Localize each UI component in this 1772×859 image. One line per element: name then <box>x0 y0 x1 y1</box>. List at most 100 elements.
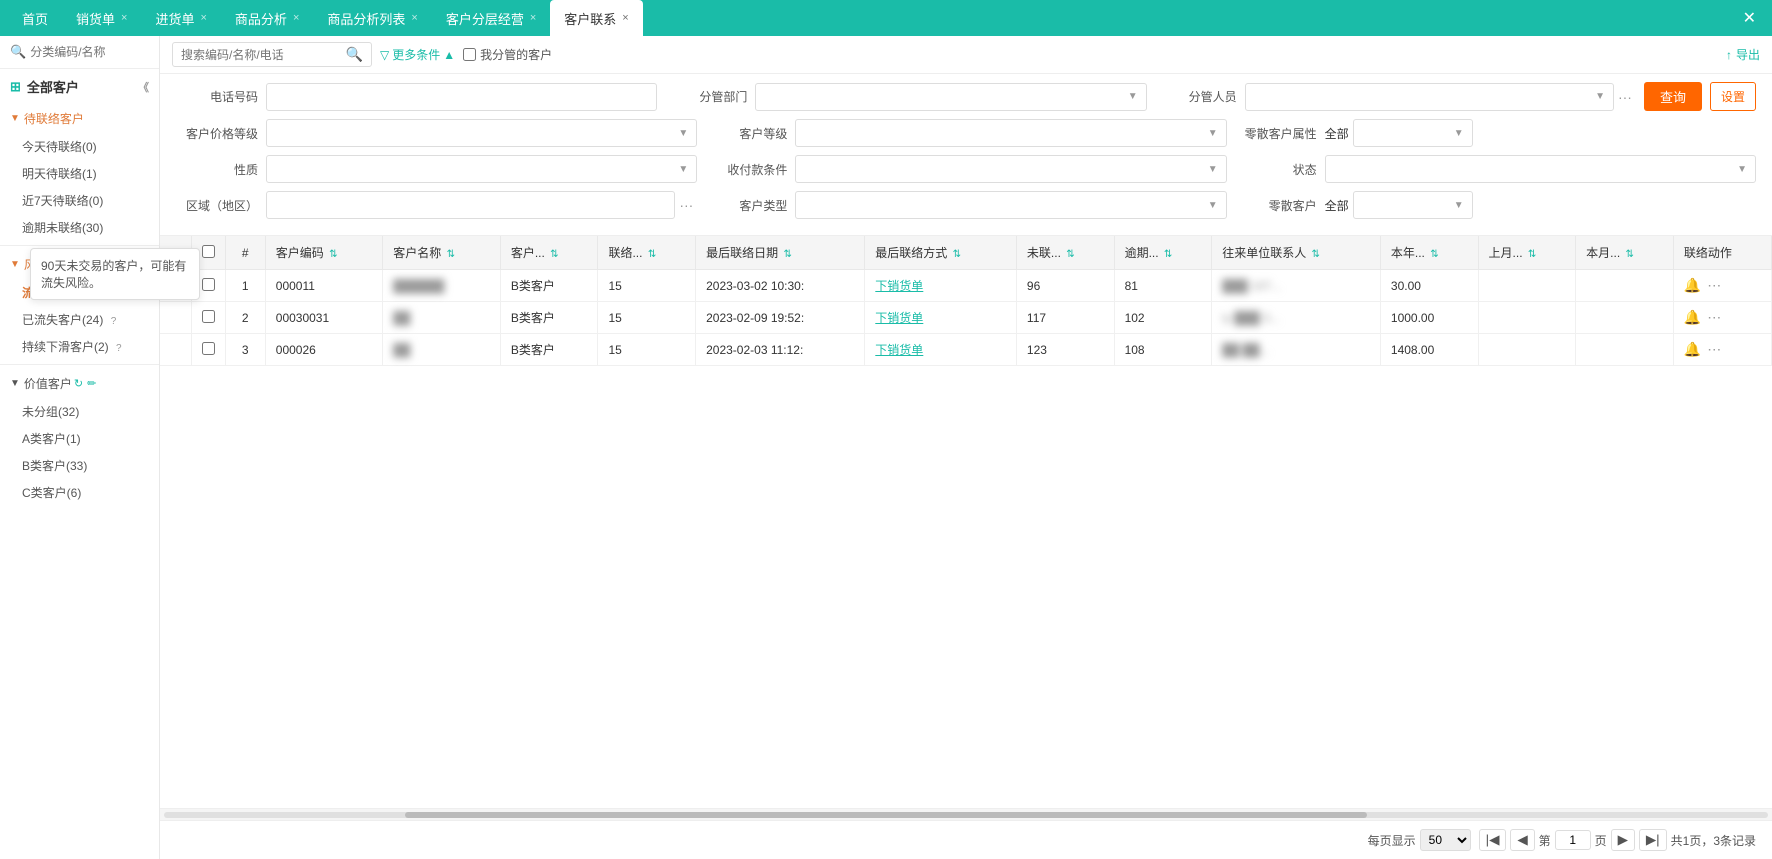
filter-search-icon[interactable]: 🔍 <box>346 46 363 63</box>
cell-last-method-1[interactable]: 下销货单 <box>865 302 1017 334</box>
th-last-contact-method[interactable]: 最后联络方式 ⇅ <box>865 236 1017 270</box>
page-input[interactable] <box>1555 830 1591 850</box>
tab-customer-layer[interactable]: 客户分层经营 × <box>432 0 550 36</box>
tab-customer-contact-close[interactable]: × <box>622 12 628 24</box>
row-checkbox-0[interactable] <box>202 278 215 291</box>
sidebar-all-customers[interactable]: ⊞ 全部客户 《 <box>0 69 159 104</box>
action-more-icon-0[interactable]: ⋯ <box>1707 277 1721 294</box>
field-phone-input[interactable] <box>266 83 657 111</box>
more-icon-1[interactable]: ··· <box>1614 89 1636 105</box>
th-name[interactable]: 客户名称 ⇅ <box>383 236 501 270</box>
field-dept-select[interactable]: ▼ <box>755 83 1146 111</box>
field-manager-select[interactable]: ▼ <box>1245 83 1614 111</box>
th-code[interactable]: 客户编码 ⇅ <box>265 236 383 270</box>
export-button[interactable]: ↑ 导出 <box>1726 46 1760 63</box>
tab-product-list[interactable]: 商品分析列表 × <box>313 0 431 36</box>
filter-more-btn[interactable]: ▽ 更多条件 ▲ <box>380 46 455 63</box>
cell-this-year-2: 1408.00 <box>1380 334 1478 366</box>
tab-product-list-close[interactable]: × <box>411 12 417 24</box>
last-method-link-2[interactable]: 下销货单 <box>875 343 923 357</box>
field-retail-attr-select[interactable]: ▼ <box>1353 119 1473 147</box>
sidebar-item-today[interactable]: 今天待联络(0) <box>0 133 159 160</box>
sidebar-item-ungroup[interactable]: 未分组(32) <box>0 398 159 425</box>
field-nature-label: 性质 <box>176 161 266 178</box>
sidebar-group-pending[interactable]: ▼ 待联络客户 <box>0 104 159 133</box>
row-checkbox-1[interactable] <box>202 310 215 323</box>
prev-page-btn[interactable]: ◀ <box>1510 829 1534 851</box>
field-cust-type-select[interactable]: ▼ <box>795 191 1226 219</box>
th-overdue[interactable]: 逾期... ⇅ <box>1114 236 1212 270</box>
action-contact-icon-1[interactable]: 🔔 <box>1684 309 1701 326</box>
horizontal-scrollbar[interactable] <box>160 808 1772 820</box>
sidebar-item-7days[interactable]: 近7天待联络(0) <box>0 187 159 214</box>
filter-search-input[interactable] <box>181 48 346 62</box>
cell-not-contacted-0: 96 <box>1016 270 1114 302</box>
tab-product-analysis[interactable]: 商品分析 × <box>221 0 313 36</box>
sidebar-item-class-a[interactable]: A类客户(1) <box>0 425 159 452</box>
first-page-btn[interactable]: |◀ <box>1479 829 1507 851</box>
query-button[interactable]: 查询 <box>1644 82 1702 111</box>
tab-sales[interactable]: 销货单 × <box>62 0 141 36</box>
last-method-link-1[interactable]: 下销货单 <box>875 311 923 325</box>
last-method-link-0[interactable]: 下销货单 <box>875 279 923 293</box>
th-last-contact-date[interactable]: 最后联络日期 ⇅ <box>696 236 865 270</box>
settings-button[interactable]: 设置 <box>1710 82 1756 111</box>
field-level-select[interactable]: ▼ <box>795 119 1226 147</box>
sidebar-search-icon: 🔍 <box>10 44 26 60</box>
action-contact-icon-2[interactable]: 🔔 <box>1684 341 1701 358</box>
sidebar-item-overdue[interactable]: 逾期未联络(30) <box>0 214 159 241</box>
cell-last-method-0[interactable]: 下销货单 <box>865 270 1017 302</box>
per-page-select[interactable]: 50 100 200 <box>1420 829 1471 851</box>
tab-home[interactable]: 首页 <box>8 0 62 36</box>
info-icon: ? <box>111 316 117 327</box>
field-payment-select[interactable]: ▼ <box>795 155 1226 183</box>
field-price-select[interactable]: ▼ <box>266 119 697 147</box>
th-last-month[interactable]: 上月... ⇅ <box>1478 236 1576 270</box>
sidebar-item-class-b[interactable]: B类客户(33) <box>0 452 159 479</box>
tab-sales-close[interactable]: × <box>121 12 127 24</box>
th-this-year[interactable]: 本年... ⇅ <box>1380 236 1478 270</box>
field-retail-select[interactable]: ▼ <box>1353 191 1473 219</box>
tab-purchase[interactable]: 进货单 × <box>141 0 220 36</box>
sidebar-item-tomorrow[interactable]: 明天待联络(1) <box>0 160 159 187</box>
sidebar-group-value[interactable]: ▼ 价值客户 ↻ ✏ <box>0 369 159 398</box>
th-type[interactable]: 客户... ⇅ <box>500 236 598 270</box>
field-nature-select[interactable]: ▼ <box>266 155 697 183</box>
field-status-select[interactable]: ▼ <box>1325 155 1756 183</box>
cell-checkbox-1[interactable] <box>191 302 225 334</box>
my-customers-checkbox[interactable] <box>463 48 476 61</box>
action-contact-icon-0[interactable]: 🔔 <box>1684 277 1701 294</box>
field-payment: 收付款条件 ▼ <box>705 155 1226 183</box>
th-this-month[interactable]: 本月... ⇅ <box>1576 236 1674 270</box>
tab-customer-layer-close[interactable]: × <box>530 12 536 24</box>
cell-checkbox-2[interactable] <box>191 334 225 366</box>
th-contact[interactable]: 联络... ⇅ <box>598 236 696 270</box>
th-unit-contact[interactable]: 往来单位联系人 ⇅ <box>1212 236 1381 270</box>
more-icon-2[interactable]: ··· <box>675 197 697 213</box>
filter-search-box: 🔍 <box>172 42 372 67</box>
th-action: 联络动作 <box>1673 236 1771 270</box>
edit-icon[interactable]: ✏ <box>87 377 96 390</box>
action-more-icon-1[interactable]: ⋯ <box>1707 309 1721 326</box>
filter-my-customers[interactable]: 我分管的客户 <box>463 46 552 63</box>
next-page-btn[interactable]: ▶ <box>1611 829 1635 851</box>
sidebar-item-declining[interactable]: 持续下滑客户(2) ? <box>0 333 159 360</box>
cell-last-method-2[interactable]: 下销货单 <box>865 334 1017 366</box>
refresh-icon[interactable]: ↻ <box>74 377 83 390</box>
scrollbar-track[interactable] <box>164 812 1768 818</box>
tab-customer-contact[interactable]: 客户联系 × <box>550 0 642 36</box>
sidebar-search-input[interactable] <box>30 45 149 59</box>
th-not-contacted[interactable]: 未联... ⇅ <box>1016 236 1114 270</box>
field-region-input[interactable] <box>266 191 675 219</box>
sidebar-item-class-c[interactable]: C类客户(6) <box>0 479 159 506</box>
sidebar-item-churned[interactable]: 已流失客户(24) ? <box>0 306 159 333</box>
select-all-checkbox[interactable] <box>202 245 215 258</box>
tab-purchase-close[interactable]: × <box>200 12 206 24</box>
tab-product-analysis-close[interactable]: × <box>293 12 299 24</box>
action-more-icon-2[interactable]: ⋯ <box>1707 341 1721 358</box>
cell-unit-contact-1: ly ███ 3... <box>1212 302 1381 334</box>
row-checkbox-2[interactable] <box>202 342 215 355</box>
global-close-icon[interactable]: ✕ <box>1735 8 1764 28</box>
scrollbar-thumb[interactable] <box>405 812 1367 818</box>
last-page-btn[interactable]: ▶| <box>1639 829 1667 851</box>
